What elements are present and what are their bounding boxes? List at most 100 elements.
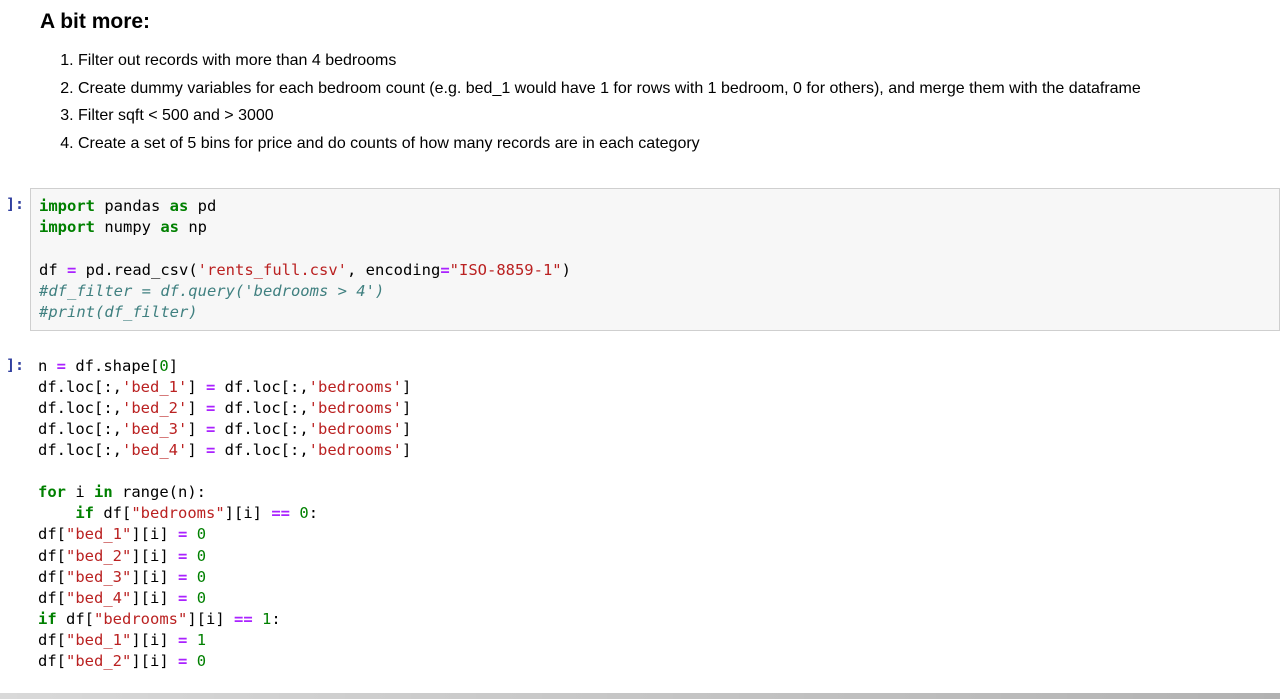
list-item: Create a set of 5 bins for price and do … <box>78 131 1240 157</box>
string: 'bed_3' <box>122 420 187 438</box>
code-text: ] <box>402 378 411 396</box>
number: 1 <box>262 610 271 628</box>
markdown-cell: A bit more: Filter out records with more… <box>0 0 1280 178</box>
code-text <box>253 610 262 628</box>
list-item: Filter sqft < 500 and > 3000 <box>78 103 1240 129</box>
code-text: pd.read_csv( <box>76 261 197 279</box>
list-item: Filter out records with more than 4 bedr… <box>78 48 1240 74</box>
code-text: df.shape[ <box>66 357 159 375</box>
code-text: df <box>39 261 67 279</box>
operator: = <box>178 568 187 586</box>
code-text: df[ <box>38 589 66 607</box>
code-text <box>187 652 196 670</box>
operator: = <box>67 261 76 279</box>
number: 0 <box>197 547 206 565</box>
code-text: range(n): <box>113 483 206 501</box>
horizontal-scrollbar[interactable] <box>0 693 1280 699</box>
operator: == <box>234 610 253 628</box>
code-text: df[ <box>38 547 66 565</box>
code-text: ] <box>402 420 411 438</box>
code-text <box>38 504 75 522</box>
operator: = <box>178 525 187 543</box>
keyword: for <box>38 483 66 501</box>
string: 'bedrooms' <box>309 420 402 438</box>
string: "bed_3" <box>66 568 131 586</box>
code-text: ) <box>562 261 571 279</box>
markdown-list: Filter out records with more than 4 bedr… <box>40 48 1240 156</box>
string: "bedrooms" <box>131 504 224 522</box>
code-text <box>290 504 299 522</box>
code-text <box>187 525 196 543</box>
code-text: ] <box>187 420 206 438</box>
code-text: ] <box>402 399 411 417</box>
string: "bed_2" <box>66 547 131 565</box>
operator: = <box>178 589 187 607</box>
code-input-area[interactable]: n = df.shape[0] df.loc[:,'bed_1'] = df.l… <box>30 349 1280 679</box>
string: 'rents_full.csv' <box>198 261 347 279</box>
string: "ISO-8859-1" <box>450 261 562 279</box>
code-text: ][i] <box>131 547 178 565</box>
code-text: ][i] <box>131 652 178 670</box>
code-text: df.loc[:, <box>215 441 308 459</box>
keyword: import <box>39 218 95 236</box>
string: 'bedrooms' <box>309 378 402 396</box>
code-text: : <box>271 610 280 628</box>
code-input-area[interactable]: import pandas as pd import numpy as np d… <box>30 188 1280 330</box>
code-text: numpy <box>95 218 160 236</box>
operator: = <box>206 420 215 438</box>
code-text: df[ <box>38 568 66 586</box>
operator: = <box>57 357 66 375</box>
number: 1 <box>197 631 206 649</box>
number: 0 <box>159 357 168 375</box>
code-text: df.loc[:, <box>215 378 308 396</box>
code-text: : <box>309 504 318 522</box>
code-text: df[ <box>38 652 66 670</box>
operator: = <box>206 399 215 417</box>
number: 0 <box>299 504 308 522</box>
code-text: ][i] <box>131 568 178 586</box>
code-text: df[ <box>38 631 66 649</box>
string: 'bedrooms' <box>309 441 402 459</box>
string: "bed_1" <box>66 631 131 649</box>
number: 0 <box>197 568 206 586</box>
code-text: ] <box>402 441 411 459</box>
keyword: if <box>38 610 57 628</box>
code-text: ] <box>169 357 178 375</box>
operator: == <box>271 504 290 522</box>
string: "bed_4" <box>66 589 131 607</box>
code-text: df[ <box>94 504 131 522</box>
keyword: import <box>39 197 95 215</box>
input-prompt: ]: <box>0 349 30 679</box>
code-text: ][i] <box>225 504 272 522</box>
code-text: df[ <box>57 610 94 628</box>
operator: = <box>178 631 187 649</box>
code-text: ][i] <box>131 631 178 649</box>
number: 0 <box>197 652 206 670</box>
code-text: pandas <box>95 197 170 215</box>
string: 'bed_2' <box>122 399 187 417</box>
code-text: df.loc[:, <box>215 399 308 417</box>
code-text <box>187 568 196 586</box>
code-text: ] <box>187 399 206 417</box>
code-cell-1: ]: import pandas as pd import numpy as n… <box>0 188 1280 330</box>
operator: = <box>440 261 449 279</box>
string: 'bedrooms' <box>309 399 402 417</box>
code-text <box>187 547 196 565</box>
list-item: Create dummy variables for each bedroom … <box>78 76 1240 102</box>
number: 0 <box>197 589 206 607</box>
keyword: in <box>94 483 113 501</box>
keyword: as <box>170 197 189 215</box>
code-text: df.loc[:, <box>38 441 122 459</box>
code-text: n <box>38 357 57 375</box>
keyword: if <box>75 504 94 522</box>
number: 0 <box>197 525 206 543</box>
code-text <box>187 631 196 649</box>
code-text: df.loc[:, <box>38 378 122 396</box>
code-text: df[ <box>38 525 66 543</box>
comment: #print(df_filter) <box>39 303 198 321</box>
code-text: df.loc[:, <box>38 420 122 438</box>
code-text: df.loc[:, <box>215 420 308 438</box>
keyword: as <box>160 218 179 236</box>
code-text: df.loc[:, <box>38 399 122 417</box>
code-text: ] <box>187 441 206 459</box>
